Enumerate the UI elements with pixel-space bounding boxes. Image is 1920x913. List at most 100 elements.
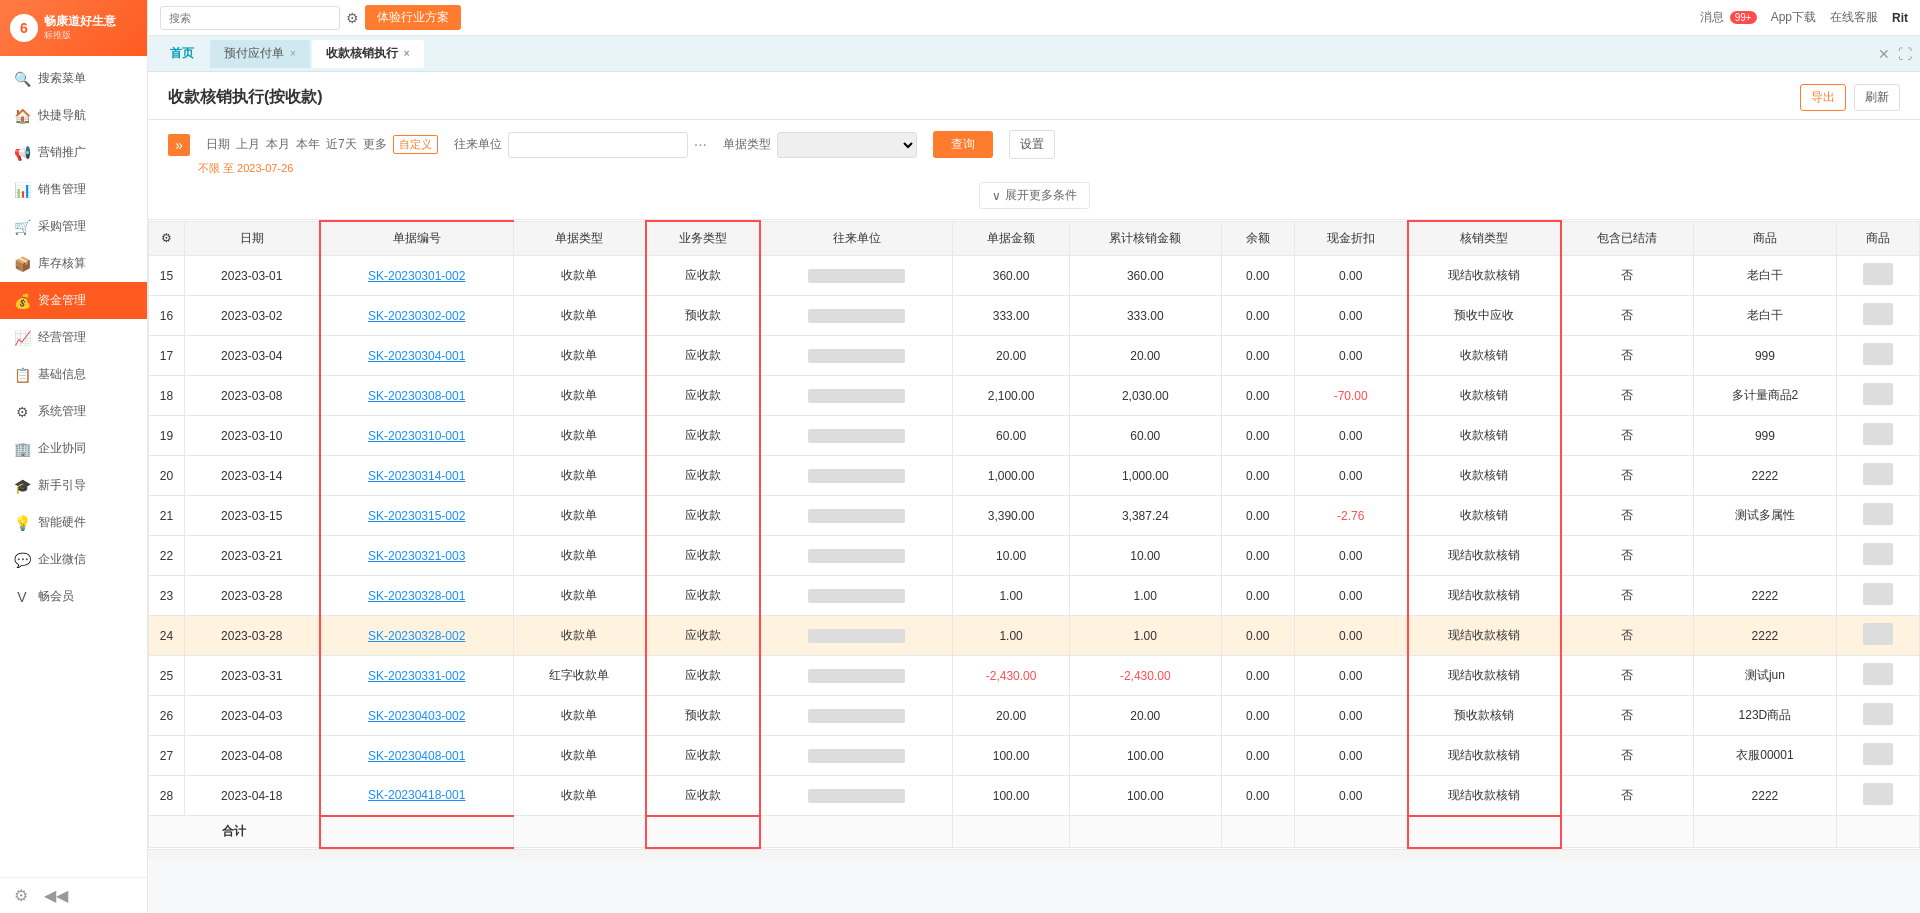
sidebar-item-label: 库存核算 xyxy=(38,255,86,272)
tab-collection-verify-close[interactable]: × xyxy=(404,48,410,59)
voucher-link[interactable]: SK-20230331-002 xyxy=(368,669,465,683)
cell-counterpart xyxy=(760,456,953,496)
sidebar-item-inventory[interactable]: 📦库存核算 xyxy=(0,245,147,282)
cell-verify-type: 现结收款核销 xyxy=(1408,256,1561,296)
tab-home[interactable]: 首页 xyxy=(156,40,208,68)
cell-include-settled: 否 xyxy=(1561,336,1694,376)
cell-include-settled: 否 xyxy=(1561,736,1694,776)
voucher-link[interactable]: SK-20230310-001 xyxy=(368,429,465,443)
col-gear[interactable]: ⚙ xyxy=(149,221,185,256)
search-input[interactable] xyxy=(160,6,340,30)
sidebar-bottom: ⚙ ◀◀ xyxy=(0,877,147,913)
sidebar-item-hardware[interactable]: 💡智能硬件 xyxy=(0,504,147,541)
sidebar-item-system[interactable]: ⚙系统管理 xyxy=(0,393,147,430)
cell-verify-type: 现结收款核销 xyxy=(1408,776,1561,816)
voucher-link[interactable]: SK-20230328-001 xyxy=(368,589,465,603)
sidebar-item-member[interactable]: V畅会员 xyxy=(0,578,147,615)
sidebar-item-finance[interactable]: 💰资金管理 xyxy=(0,282,147,319)
voucher-link[interactable]: SK-20230302-002 xyxy=(368,309,465,323)
voucher-link[interactable]: SK-20230418-001 xyxy=(368,788,465,802)
collapse-icon[interactable]: ◀◀ xyxy=(44,886,68,905)
voucher-link[interactable]: SK-20230408-001 xyxy=(368,749,465,763)
export-button[interactable]: 导出 xyxy=(1800,84,1846,111)
cell-amount: 100.00 xyxy=(953,736,1070,776)
expand-conditions[interactable]: ∨ 展开更多条件 xyxy=(979,182,1090,209)
cell-voucher-type: 收款单 xyxy=(513,776,646,816)
cell-cash-discount: 0.00 xyxy=(1294,336,1407,376)
cell-balance: 0.00 xyxy=(1221,616,1294,656)
cell-counterpart xyxy=(760,616,953,656)
sidebar-item-operations[interactable]: 📈经营管理 xyxy=(0,319,147,356)
notifications-link[interactable]: 消息 99+ xyxy=(1700,9,1756,26)
cell-voucher-no: SK-20230302-002 xyxy=(320,296,514,336)
sidebar-item-label: 企业微信 xyxy=(38,551,86,568)
cell-date: 2023-03-28 xyxy=(185,576,320,616)
expand-label: 展开更多条件 xyxy=(1005,187,1077,204)
setting-button[interactable]: 设置 xyxy=(1009,130,1055,159)
cell-cash-discount: 0.00 xyxy=(1294,696,1407,736)
cell-counterpart xyxy=(760,256,953,296)
tab-collection-verify[interactable]: 收款核销执行 × xyxy=(312,40,424,68)
cell-cash-discount: 0.00 xyxy=(1294,616,1407,656)
sidebar-item-quick-nav[interactable]: 🏠快捷导航 xyxy=(0,97,147,134)
date-custom-btn[interactable]: 自定义 xyxy=(393,135,438,154)
voucher-link[interactable]: SK-20230304-001 xyxy=(368,349,465,363)
tab-fullscreen-icon[interactable]: ⛶ xyxy=(1898,46,1912,62)
voucher-link[interactable]: SK-20230301-002 xyxy=(368,269,465,283)
sidebar-item-search[interactable]: 🔍搜索菜单 xyxy=(0,60,147,97)
filter-dots[interactable]: ··· xyxy=(694,136,707,154)
topbar-gear-icon[interactable]: ⚙ xyxy=(346,10,359,26)
counterpart-input[interactable] xyxy=(508,132,688,158)
cell-seq: 22 xyxy=(149,536,185,576)
date-link-more[interactable]: 更多 xyxy=(363,136,387,153)
cell-voucher-type: 收款单 xyxy=(513,696,646,736)
topbar-right: 消息 99+ App下载 在线客服 Rit xyxy=(1700,9,1908,26)
filter-bar: » 日期 上月 本月 本年 近7天 更多 自定义 往来单位 ··· 单据类型 xyxy=(148,120,1920,220)
sidebar-item-purchase[interactable]: 🛒采购管理 xyxy=(0,208,147,245)
sidebar-item-marketing[interactable]: 📢营销推广 xyxy=(0,134,147,171)
sidebar-item-basic[interactable]: 📋基础信息 xyxy=(0,356,147,393)
scrollbar[interactable] xyxy=(148,849,1920,859)
tab-advance-payment-close[interactable]: × xyxy=(290,48,296,59)
cell-biz-type: 预收款 xyxy=(646,296,760,336)
date-link-this-year[interactable]: 本年 xyxy=(296,136,320,153)
cell-amount: 1.00 xyxy=(953,616,1070,656)
marketing-icon: 📢 xyxy=(14,145,30,161)
cell-cash-discount: 0.00 xyxy=(1294,576,1407,616)
tab-close-icon[interactable]: ✕ xyxy=(1878,46,1890,62)
voucher-link[interactable]: SK-20230403-002 xyxy=(368,709,465,723)
date-link-last-month[interactable]: 上月 xyxy=(236,136,260,153)
tab-advance-payment[interactable]: 预付应付单 × xyxy=(210,40,310,68)
cell-voucher-no: SK-20230308-001 xyxy=(320,376,514,416)
query-button[interactable]: 查询 xyxy=(933,131,993,158)
quick-nav-icon: 🏠 xyxy=(14,108,30,124)
voucher-type-select[interactable] xyxy=(777,132,917,158)
expand-icon: ∨ xyxy=(992,189,1001,203)
settings-icon[interactable]: ⚙ xyxy=(14,886,28,905)
cell-seq: 28 xyxy=(149,776,185,816)
voucher-link[interactable]: SK-20230321-003 xyxy=(368,549,465,563)
solution-button[interactable]: 体验行业方案 xyxy=(365,5,461,30)
page-header: 收款核销执行(按收款) 导出 刷新 xyxy=(148,72,1920,120)
sidebar-item-wechat[interactable]: 💬企业微信 xyxy=(0,541,147,578)
cell-product: 999 xyxy=(1693,416,1836,456)
voucher-link[interactable]: SK-20230328-002 xyxy=(368,629,465,643)
sidebar-item-guide[interactable]: 🎓新手引导 xyxy=(0,467,147,504)
cell-include-settled: 否 xyxy=(1561,376,1694,416)
cell-amount: 1,000.00 xyxy=(953,456,1070,496)
date-link-7-days[interactable]: 近7天 xyxy=(326,136,357,153)
date-link-this-month[interactable]: 本月 xyxy=(266,136,290,153)
cell-voucher-no: SK-20230331-002 xyxy=(320,656,514,696)
voucher-link[interactable]: SK-20230308-001 xyxy=(368,389,465,403)
online-service-link[interactable]: 在线客服 xyxy=(1830,9,1878,26)
finance-icon: 💰 xyxy=(14,293,30,309)
voucher-link[interactable]: SK-20230315-002 xyxy=(368,509,465,523)
sidebar-item-enterprise[interactable]: 🏢企业协同 xyxy=(0,430,147,467)
sidebar-item-label: 基础信息 xyxy=(38,366,86,383)
voucher-link[interactable]: SK-20230314-001 xyxy=(368,469,465,483)
filter-toggle[interactable]: » xyxy=(168,134,190,156)
sidebar-item-sales[interactable]: 📊销售管理 xyxy=(0,171,147,208)
footer-cum-verify xyxy=(1070,816,1222,848)
app-download-link[interactable]: App下载 xyxy=(1771,9,1816,26)
refresh-button[interactable]: 刷新 xyxy=(1854,84,1900,111)
